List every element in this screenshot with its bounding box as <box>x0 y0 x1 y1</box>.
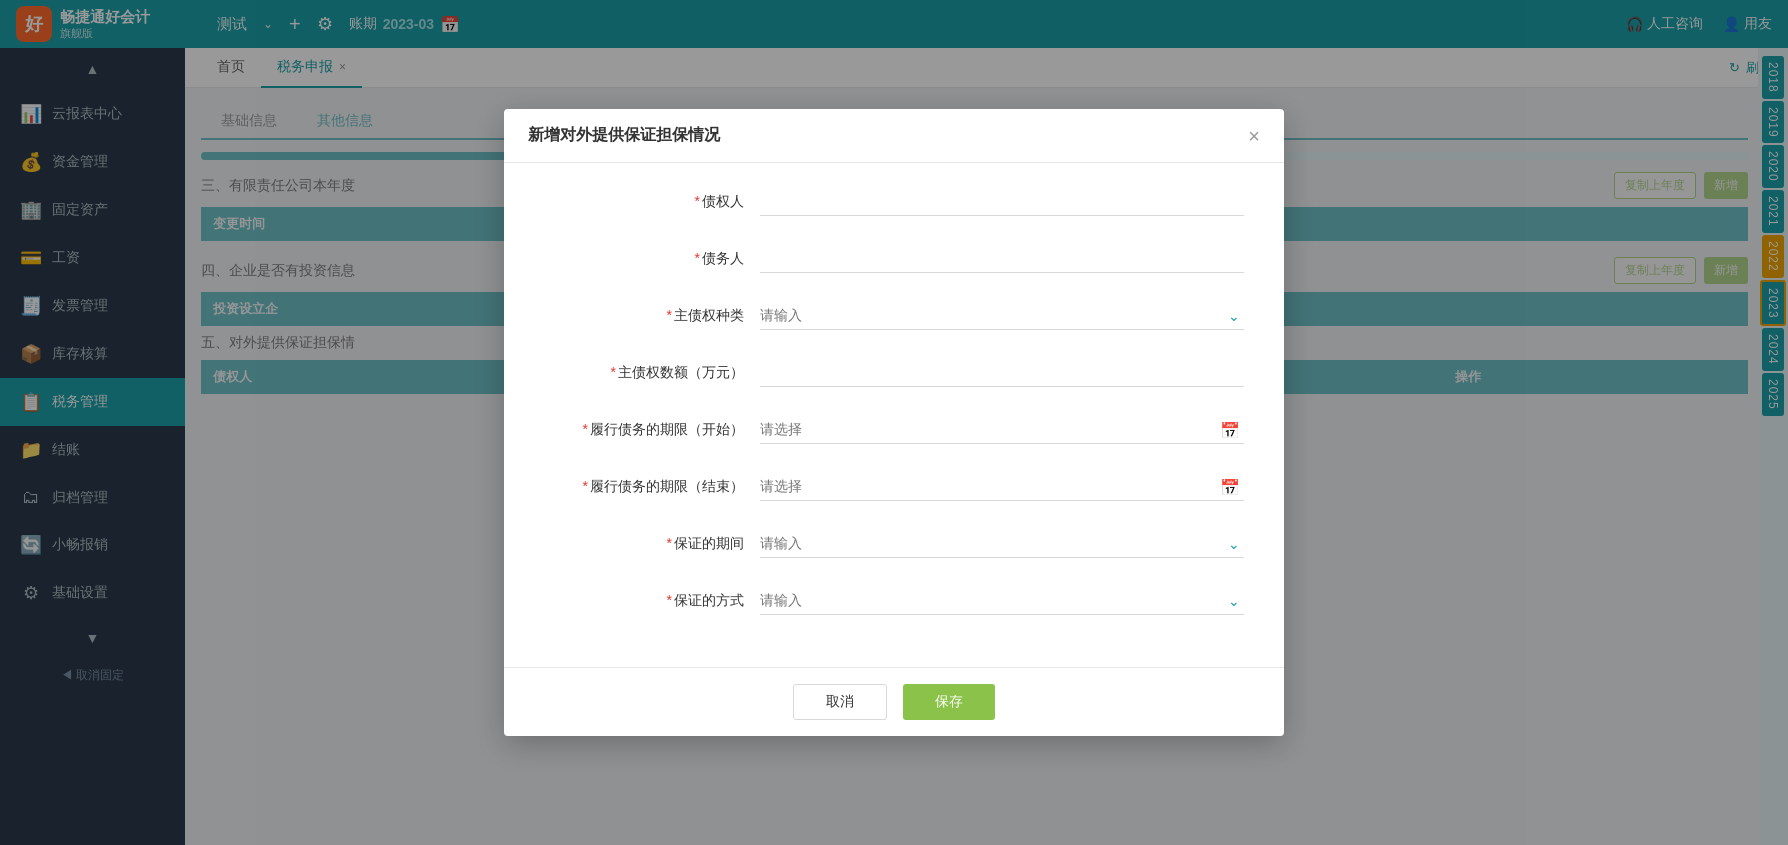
modal-footer: 取消 保存 <box>504 667 1284 736</box>
modal-header: 新增对外提供保证担保情况 × <box>504 109 1284 163</box>
select-wrap-guarantee-method: ⌄ <box>760 586 1244 615</box>
label-period-end: *履行债务的期限（结束） <box>544 478 744 496</box>
label-claim-amount: *主债权数额（万元） <box>544 364 744 382</box>
input-claim-amount[interactable] <box>760 358 1244 387</box>
field-period-end: *履行债务的期限（结束） 📅 <box>544 472 1244 501</box>
label-period-start: *履行债务的期限（开始） <box>544 421 744 439</box>
calendar-icon-end[interactable]: 📅 <box>1220 477 1240 496</box>
modal-title: 新增对外提供保证担保情况 <box>528 125 720 146</box>
input-wrap-creditor <box>760 187 1244 216</box>
label-creditor: *债权人 <box>544 193 744 211</box>
select-wrap-guarantee-period: ⌄ <box>760 529 1244 558</box>
cancel-button[interactable]: 取消 <box>793 684 887 720</box>
modal-dialog: 新增对外提供保证担保情况 × *债权人 *债务人 <box>504 109 1284 736</box>
input-wrap-debtor <box>760 244 1244 273</box>
label-claim-type: *主债权种类 <box>544 307 744 325</box>
modal-body: *债权人 *债务人 *主债权种类 <box>504 163 1284 667</box>
calendar-icon-start[interactable]: 📅 <box>1220 420 1240 439</box>
chevron-down-icon-guarantee-method[interactable]: ⌄ <box>1228 593 1240 609</box>
select-wrap-claim-type: ⌄ <box>760 301 1244 330</box>
chevron-down-icon-guarantee-period[interactable]: ⌄ <box>1228 536 1240 552</box>
chevron-down-icon-claim-type[interactable]: ⌄ <box>1228 308 1240 324</box>
label-debtor: *债务人 <box>544 250 744 268</box>
input-guarantee-method[interactable] <box>760 586 1244 615</box>
modal-overlay: 新增对外提供保证担保情况 × *债权人 *债务人 <box>0 0 1788 845</box>
field-claim-amount: *主债权数额（万元） <box>544 358 1244 387</box>
field-debtor: *债务人 <box>544 244 1244 273</box>
field-creditor: *债权人 <box>544 187 1244 216</box>
input-period-end[interactable] <box>760 472 1244 501</box>
field-guarantee-method: *保证的方式 ⌄ <box>544 586 1244 615</box>
save-button[interactable]: 保存 <box>903 684 995 720</box>
input-wrap-claim-amount <box>760 358 1244 387</box>
field-claim-type: *主债权种类 ⌄ <box>544 301 1244 330</box>
input-creditor[interactable] <box>760 187 1244 216</box>
input-period-start[interactable] <box>760 415 1244 444</box>
input-claim-type[interactable] <box>760 301 1244 330</box>
input-debtor[interactable] <box>760 244 1244 273</box>
input-guarantee-period[interactable] <box>760 529 1244 558</box>
field-guarantee-period: *保证的期间 ⌄ <box>544 529 1244 558</box>
modal-close-button[interactable]: × <box>1248 126 1260 146</box>
select-wrap-period-start: 📅 <box>760 415 1244 444</box>
select-wrap-period-end: 📅 <box>760 472 1244 501</box>
field-period-start: *履行债务的期限（开始） 📅 <box>544 415 1244 444</box>
label-guarantee-period: *保证的期间 <box>544 535 744 553</box>
label-guarantee-method: *保证的方式 <box>544 592 744 610</box>
